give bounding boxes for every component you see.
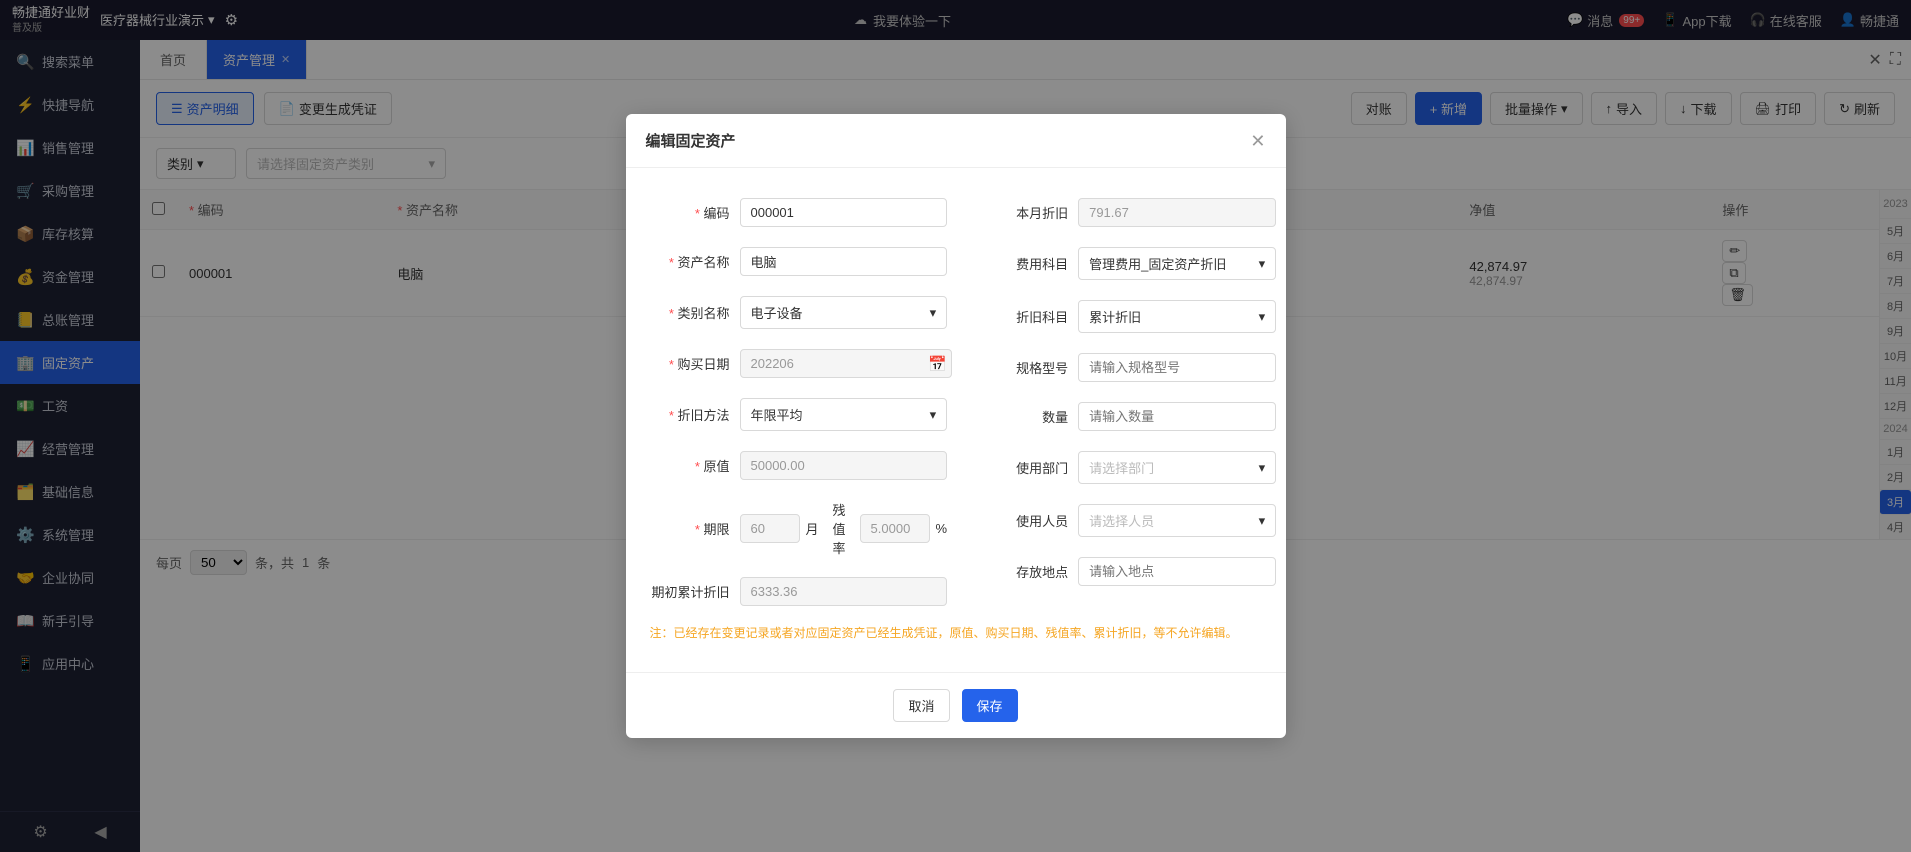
- cancel-button[interactable]: 取消: [893, 689, 949, 722]
- purchasedate-label: 购买日期: [650, 354, 740, 373]
- purchasedate-input[interactable]: [740, 349, 953, 378]
- user-chevron: ▾: [1259, 513, 1266, 529]
- department-label: 使用部门: [988, 458, 1078, 477]
- specmodel-label: 规格型号: [988, 358, 1078, 377]
- expensesubject-label: 费用科目: [988, 254, 1078, 273]
- specmodel-input[interactable]: [1078, 353, 1276, 382]
- initialaccumdep-input[interactable]: [740, 577, 948, 606]
- department-chevron: ▾: [1259, 460, 1266, 476]
- currentmonthdep-label: 本月折旧: [988, 203, 1078, 222]
- user-label: 使用人员: [988, 511, 1078, 530]
- form-grid: 编码 资产名称 类别名称 电子设备 ▾: [650, 188, 1262, 616]
- modal-footer: 取消 保存: [626, 672, 1286, 738]
- edit-asset-modal: 编辑固定资产 ✕ 编码 资产名称: [626, 114, 1286, 737]
- form-row-storage: 存放地点: [988, 547, 1276, 596]
- depmethod-select[interactable]: 年限平均 ▾: [740, 398, 948, 431]
- originalvalue-label: 原值: [650, 456, 740, 475]
- initialaccumdep-label: 期初累计折旧: [650, 582, 740, 601]
- form-right-col: 本月折旧 费用科目 管理费用_固定资产折旧 ▾ 折旧科目: [968, 188, 1276, 616]
- modal-overlay: 编辑固定资产 ✕ 编码 资产名称: [0, 0, 1911, 852]
- expensesubject-value: 管理费用_固定资产折旧: [1089, 254, 1226, 273]
- category-select-chevron: ▾: [930, 305, 937, 321]
- form-row-assetname: 资产名称: [650, 237, 948, 286]
- form-row-originalvalue: 原值: [650, 441, 948, 490]
- form-row-depmethod: 折旧方法 年限平均 ▾: [650, 388, 948, 441]
- form-row-initialaccumdep: 期初累计折旧: [650, 567, 948, 616]
- form-row-department: 使用部门 请选择部门 ▾: [988, 441, 1276, 494]
- depmethod-chevron: ▾: [930, 407, 937, 423]
- modal-close-btn[interactable]: ✕: [1250, 132, 1265, 150]
- storage-label: 存放地点: [988, 562, 1078, 581]
- period-input-row: 月 残值率 %: [740, 500, 948, 557]
- calendar-icon[interactable]: 📅: [928, 355, 947, 373]
- assetname-input[interactable]: [740, 247, 948, 276]
- percent-unit: %: [936, 521, 948, 536]
- depsubject-chevron: ▾: [1259, 309, 1266, 325]
- form-row-depsubject: 折旧科目 累计折旧 ▾: [988, 290, 1276, 343]
- user-placeholder: 请选择人员: [1089, 511, 1154, 530]
- quantity-label: 数量: [988, 407, 1078, 426]
- modal-note: 注：已经存在变更记录或者对应固定资产已经生成凭证，原值、购买日期、残值率、累计折…: [650, 616, 1262, 651]
- period-label: 期限: [650, 519, 740, 538]
- expensesubject-chevron: ▾: [1259, 256, 1266, 272]
- modal-body: 编码 资产名称 类别名称 电子设备 ▾: [626, 168, 1286, 671]
- period-unit: 月: [806, 519, 819, 538]
- originalvalue-input[interactable]: [740, 451, 948, 480]
- category-select[interactable]: 电子设备 ▾: [740, 296, 948, 329]
- depmethod-value: 年限平均: [751, 405, 803, 424]
- depsubject-select[interactable]: 累计折旧 ▾: [1078, 300, 1276, 333]
- department-placeholder: 请选择部门: [1089, 458, 1154, 477]
- depmethod-label: 折旧方法: [650, 405, 740, 424]
- form-row-expensesubject: 费用科目 管理费用_固定资产折旧 ▾: [988, 237, 1276, 290]
- quantity-input[interactable]: [1078, 402, 1276, 431]
- form-left-col: 编码 资产名称 类别名称 电子设备 ▾: [650, 188, 969, 616]
- currentmonthdep-input[interactable]: [1078, 198, 1276, 227]
- code-input[interactable]: [740, 198, 948, 227]
- period-input[interactable]: [740, 514, 800, 543]
- expensesubject-select[interactable]: 管理费用_固定资产折旧 ▾: [1078, 247, 1276, 280]
- residualrate-label: 残值率: [833, 500, 846, 557]
- form-row-currentmonthdep: 本月折旧: [988, 188, 1276, 237]
- residualrate-input[interactable]: [860, 514, 930, 543]
- assetname-label: 资产名称: [650, 252, 740, 271]
- category-label: 类别名称: [650, 303, 740, 322]
- form-row-user: 使用人员 请选择人员 ▾: [988, 494, 1276, 547]
- category-select-value: 电子设备: [751, 303, 803, 322]
- form-row-specmodel: 规格型号: [988, 343, 1276, 392]
- save-button[interactable]: 保存: [962, 689, 1018, 722]
- form-row-code: 编码: [650, 188, 948, 237]
- user-select[interactable]: 请选择人员 ▾: [1078, 504, 1276, 537]
- purchasedate-input-row: 📅: [740, 349, 948, 378]
- modal-title: 编辑固定资产: [646, 130, 736, 151]
- form-row-period: 期限 月 残值率 %: [650, 490, 948, 567]
- modal-header: 编辑固定资产 ✕: [626, 114, 1286, 168]
- form-row-category: 类别名称 电子设备 ▾: [650, 286, 948, 339]
- department-select[interactable]: 请选择部门 ▾: [1078, 451, 1276, 484]
- depsubject-value: 累计折旧: [1089, 307, 1141, 326]
- depsubject-label: 折旧科目: [988, 307, 1078, 326]
- code-label: 编码: [650, 203, 740, 222]
- form-row-purchasedate: 购买日期 📅: [650, 339, 948, 388]
- storage-input[interactable]: [1078, 557, 1276, 586]
- form-row-quantity: 数量: [988, 392, 1276, 441]
